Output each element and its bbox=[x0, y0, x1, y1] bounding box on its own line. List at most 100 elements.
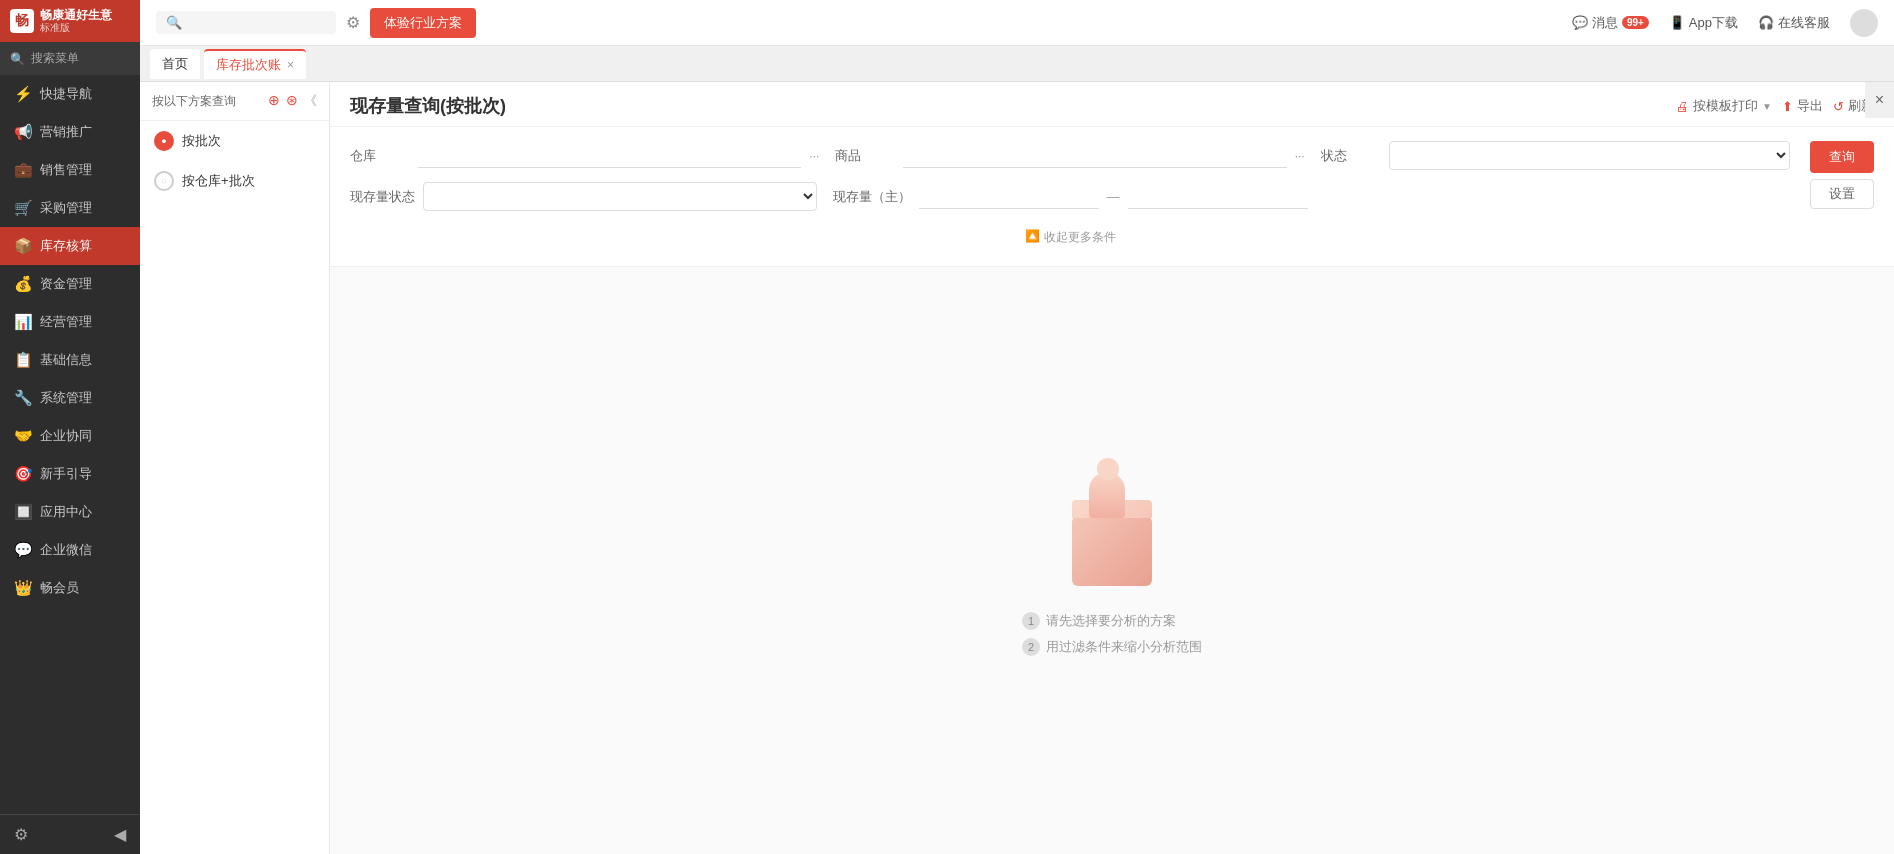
product-label: 商品 bbox=[835, 147, 895, 165]
sidebar-item-apps[interactable]: 🔲应用中心 bbox=[0, 493, 140, 531]
topbar-right: 💬 消息 99+ 📱 App下载 🎧 在线客服 bbox=[1572, 9, 1878, 37]
scheme-by-warehouse-batch[interactable]: ○ 按仓库+批次 bbox=[140, 161, 329, 201]
page-header-actions: 🖨 按模板打印 ▼ ⬆ 导出 ↺ 刷新 bbox=[1676, 97, 1874, 115]
box-body bbox=[1072, 516, 1152, 586]
settings-icon[interactable]: ⚙ bbox=[14, 825, 28, 844]
topbar-gear-icon[interactable]: ⚙ bbox=[346, 13, 360, 32]
tab-home-label: 首页 bbox=[162, 55, 188, 73]
online-service-item[interactable]: 🎧 在线客服 bbox=[1758, 14, 1830, 32]
inventory-qty-to[interactable] bbox=[1128, 185, 1308, 209]
ops-icon: 📊 bbox=[14, 313, 32, 331]
app-download-item[interactable]: 📱 App下载 bbox=[1669, 14, 1738, 32]
sidebar-item-label-purchase: 采购管理 bbox=[40, 199, 92, 217]
search-icon: 🔍 bbox=[10, 52, 25, 66]
sidebar-item-label-ops: 经营管理 bbox=[40, 313, 92, 331]
sidebar-item-label-member: 畅会员 bbox=[40, 579, 79, 597]
warehouse-more-btn[interactable]: ··· bbox=[809, 149, 819, 163]
tab-home[interactable]: 首页 bbox=[150, 49, 200, 79]
right-content: 现存量查询(按批次) 🖨 按模板打印 ▼ ⬆ 导出 ↺ 刷新 bbox=[330, 82, 1894, 854]
sidebar-item-inventory[interactable]: 📦 库存核算 bbox=[0, 227, 140, 265]
hint-text-2: 用过滤条件来缩小分析范围 bbox=[1046, 638, 1202, 656]
messages-label: 消息 bbox=[1592, 14, 1618, 32]
hint-item-1: 1 请先选择要分析的方案 bbox=[1022, 612, 1202, 630]
main-content: 🔍 ⚙ 体验行业方案 💬 消息 99+ 📱 App下载 🎧 在线客服 bbox=[140, 0, 1894, 854]
brand-sub: 标准版 bbox=[40, 22, 112, 34]
scheme-settings-icon[interactable]: ⊛ bbox=[286, 92, 298, 110]
settings-button[interactable]: 设置 bbox=[1810, 179, 1874, 209]
trial-button[interactable]: 体验行业方案 bbox=[370, 8, 476, 38]
warehouse-input[interactable] bbox=[418, 144, 801, 168]
sidebar-search[interactable]: 🔍 搜索菜单 bbox=[0, 42, 140, 75]
messages-item[interactable]: 💬 消息 99+ bbox=[1572, 14, 1649, 32]
topbar-search-area[interactable]: 🔍 bbox=[156, 11, 336, 34]
sidebar-item-label-marketing: 营销推广 bbox=[40, 123, 92, 141]
sidebar-item-label-inventory: 库存核算 bbox=[40, 237, 92, 255]
scheme-by-batch[interactable]: ● 按批次 bbox=[140, 121, 329, 161]
sidebar-item-purchase[interactable]: 🛒采购管理 bbox=[0, 189, 140, 227]
scheme-by-warehouse-batch-icon: ○ bbox=[154, 171, 174, 191]
add-scheme-icon[interactable]: ⊕ bbox=[268, 92, 280, 110]
print-template-btn[interactable]: 🖨 按模板打印 ▼ bbox=[1676, 97, 1772, 115]
tab-inventory-batch[interactable]: 库存批次账 × bbox=[204, 49, 306, 79]
inventory-status-select[interactable] bbox=[423, 182, 817, 211]
sidebar-item-collab[interactable]: 🤝 企业协同 bbox=[0, 417, 140, 455]
system-icon: 🔧 bbox=[14, 389, 32, 407]
sidebar-item-wechat[interactable]: 💬企业微信 bbox=[0, 531, 140, 569]
collapse-conditions-row[interactable]: 🔼 收起更多条件 bbox=[350, 223, 1790, 252]
collapse-left-panel-icon[interactable]: 《 bbox=[304, 92, 317, 110]
sidebar-item-ops[interactable]: 📊 经营管理 bbox=[0, 303, 140, 341]
tab-close-icon[interactable]: × bbox=[287, 58, 294, 72]
product-input[interactable] bbox=[903, 144, 1286, 168]
sidebar-item-quick-nav[interactable]: ⚡快捷导航 bbox=[0, 75, 140, 113]
sidebar-item-guide[interactable]: 🎯新手引导 bbox=[0, 455, 140, 493]
sales-icon: 💼 bbox=[14, 161, 32, 179]
hint-num-2: 2 bbox=[1022, 638, 1040, 656]
scheme-by-batch-icon: ● bbox=[154, 131, 174, 151]
basic-icon: 📋 bbox=[14, 351, 32, 369]
inventory-icon: 📦 bbox=[14, 237, 32, 255]
left-panel-title: 按以下方案查询 bbox=[152, 93, 236, 110]
status-label: 状态 bbox=[1321, 147, 1381, 165]
member-icon: 👑 bbox=[14, 579, 32, 597]
product-more-btn[interactable]: ··· bbox=[1295, 149, 1305, 163]
sidebar-brand: 畅康通好生意 标准版 bbox=[40, 8, 112, 34]
sidebar-item-label-system: 系统管理 bbox=[40, 389, 92, 407]
warehouse-label: 仓库 bbox=[350, 147, 410, 165]
left-panel: 按以下方案查询 ⊕ ⊛ 《 ● 按批次 ○ 按仓库+批次 bbox=[140, 82, 330, 854]
collab-icon: 🤝 bbox=[14, 427, 32, 445]
scheme-by-batch-label: 按批次 bbox=[182, 132, 221, 150]
quick-nav-icon: ⚡ bbox=[14, 85, 32, 103]
marketing-icon: 📢 bbox=[14, 123, 32, 141]
query-button[interactable]: 查询 bbox=[1810, 141, 1874, 173]
sidebar-item-member[interactable]: 👑 畅会员 bbox=[0, 569, 140, 607]
collapse-sidebar-icon[interactable]: ◀ bbox=[114, 825, 126, 844]
export-icon: ⬆ bbox=[1782, 99, 1793, 114]
user-avatar[interactable] bbox=[1850, 9, 1878, 37]
sidebar-item-sales[interactable]: 💼销售管理 bbox=[0, 151, 140, 189]
sidebar-item-system[interactable]: 🔧 系统管理 bbox=[0, 379, 140, 417]
status-select[interactable] bbox=[1389, 141, 1790, 170]
sidebar-item-finance[interactable]: 💰资金管理 bbox=[0, 265, 140, 303]
sidebar-item-marketing[interactable]: 📢 营销推广 bbox=[0, 113, 140, 151]
sidebar: 畅 畅康通好生意 标准版 🔍 搜索菜单 ⚡快捷导航 📢 营销推广 💼销售管理🛒采购管理… bbox=[0, 0, 140, 854]
filter-row-2: 现存量状态 现存量（主） — bbox=[350, 182, 1790, 211]
sidebar-item-basic[interactable]: 📋基础信息 bbox=[0, 341, 140, 379]
sidebar-item-label-collab: 企业协同 bbox=[40, 427, 92, 445]
inventory-qty-label: 现存量（主） bbox=[833, 188, 911, 206]
tab-inventory-batch-label: 库存批次账 bbox=[216, 56, 281, 74]
scheme-by-warehouse-batch-label: 按仓库+批次 bbox=[182, 172, 255, 190]
qty-separator: — bbox=[1107, 189, 1120, 204]
close-area: × bbox=[1865, 82, 1894, 118]
left-panel-header: 按以下方案查询 ⊕ ⊛ 《 bbox=[140, 82, 329, 121]
export-label: 导出 bbox=[1797, 97, 1823, 115]
topbar-search-input[interactable] bbox=[188, 16, 288, 30]
message-badge: 99+ bbox=[1622, 16, 1649, 29]
print-dropdown-icon[interactable]: ▼ bbox=[1762, 101, 1772, 112]
inventory-qty-from[interactable] bbox=[919, 185, 1099, 209]
export-btn[interactable]: ⬆ 导出 bbox=[1782, 97, 1823, 115]
action-buttons: 查询 设置 bbox=[1800, 141, 1874, 209]
close-button[interactable]: × bbox=[1875, 91, 1884, 109]
guide-icon: 🎯 bbox=[14, 465, 32, 483]
sidebar-header: 畅 畅康通好生意 标准版 bbox=[0, 0, 140, 42]
sidebar-nav: ⚡快捷导航 📢 营销推广 💼销售管理🛒采购管理 📦 库存核算 💰资金管理 📊 经营管理 📋基础信息… bbox=[0, 75, 140, 814]
